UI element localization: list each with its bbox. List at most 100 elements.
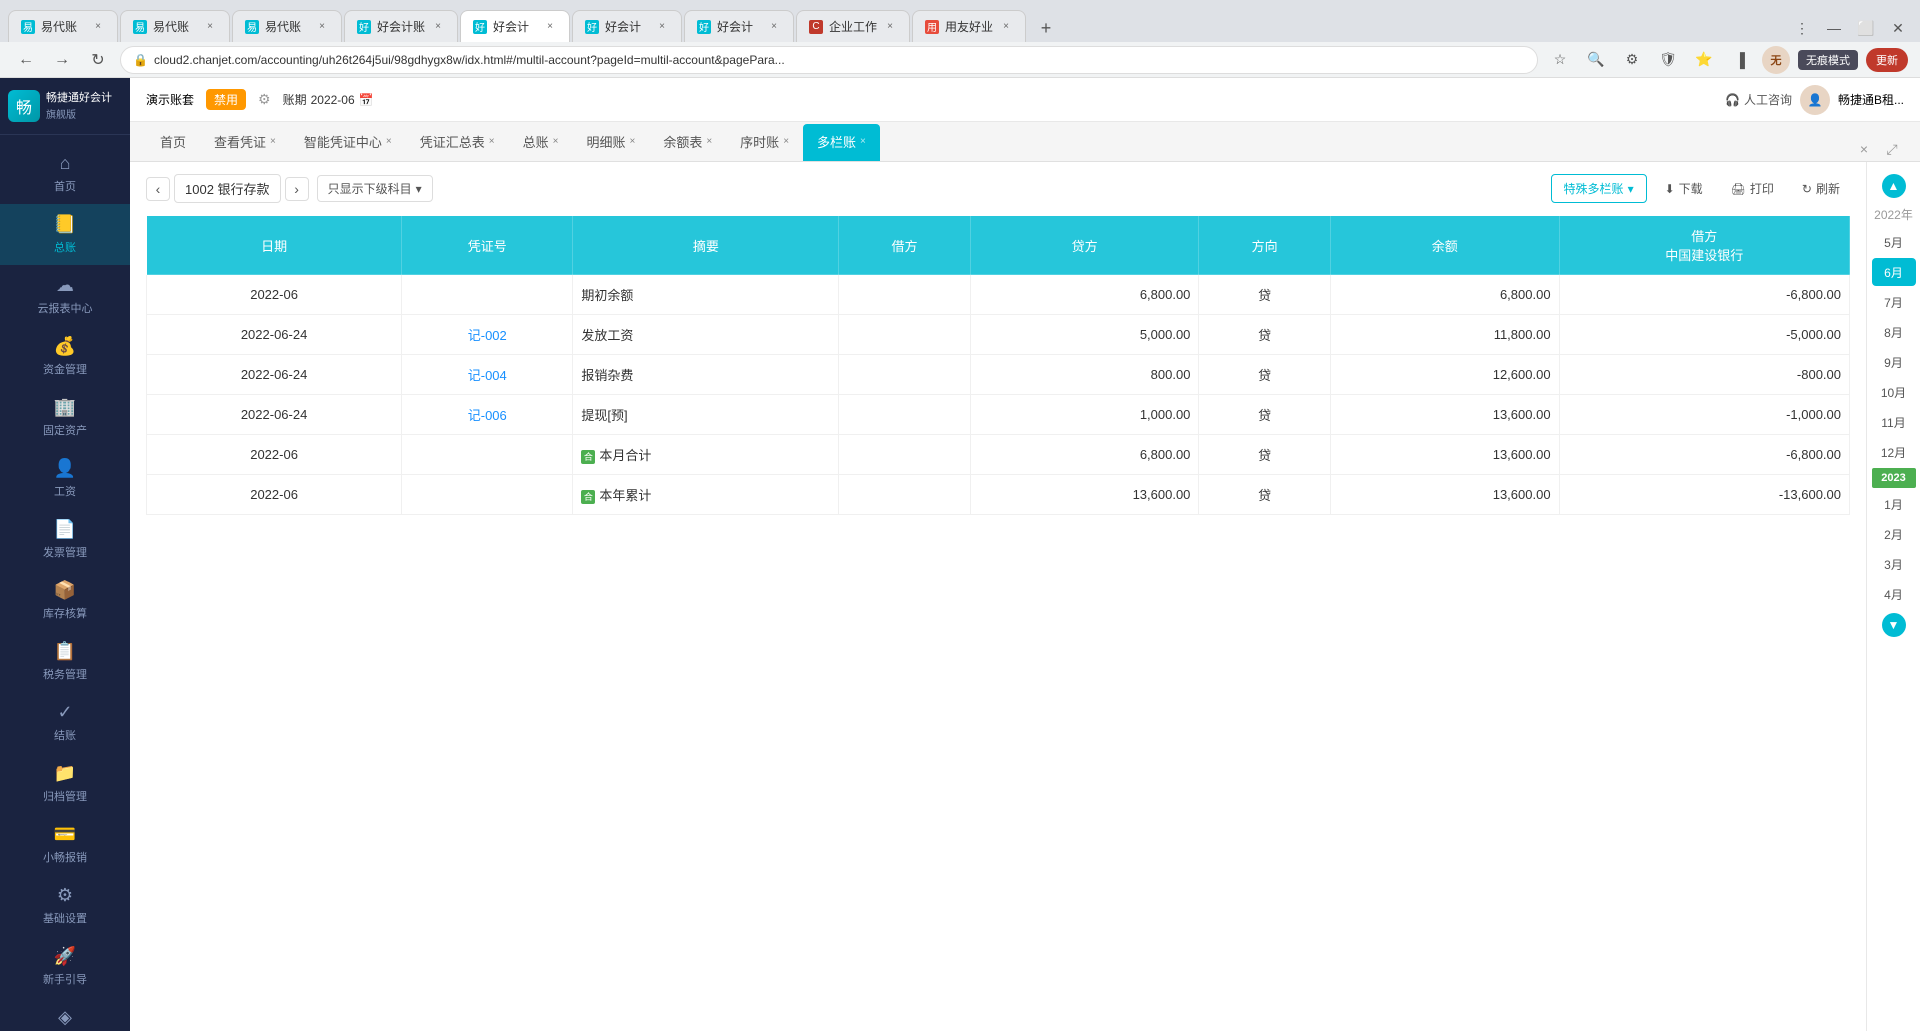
sidebar-item-settings[interactable]: ⚙ 基础设置 (0, 875, 130, 936)
tab-3[interactable]: 易 易代账 × (232, 10, 342, 42)
tab-6[interactable]: 好 好会计 × (572, 10, 682, 42)
tab-2[interactable]: 易 易代账 × (120, 10, 230, 42)
month-2023-2[interactable]: 2月 (1872, 520, 1916, 548)
service-button[interactable]: 🎧 人工咨询 (1725, 91, 1792, 108)
extension-button[interactable]: ⚙ (1618, 46, 1646, 74)
tab-2-close[interactable]: × (203, 20, 217, 34)
sidebar-item-inventory[interactable]: 📦 库存核算 (0, 570, 130, 631)
sidebar-item-close-account[interactable]: ✓ 结账 (0, 692, 130, 753)
tab-general-close[interactable]: × (553, 136, 559, 147)
tab-balance[interactable]: 余额表 × (649, 124, 726, 161)
sidebar-item-expense[interactable]: 💳 小畅报销 (0, 814, 130, 875)
sidebar-item-home[interactable]: ⌂ 首页 (0, 143, 130, 204)
tab-smart-close[interactable]: × (386, 136, 392, 147)
month-2022-10[interactable]: 10月 (1872, 378, 1916, 406)
month-2022-11[interactable]: 11月 (1872, 408, 1916, 436)
tab-8[interactable]: C 企业工作 × (796, 10, 910, 42)
tab-8-close[interactable]: × (883, 20, 897, 34)
sidebar-toggle[interactable]: ▐ (1726, 46, 1754, 74)
back-button[interactable]: ← (12, 46, 40, 74)
table-cell[interactable]: 记-006 (402, 395, 573, 435)
url-bar[interactable]: 🔒 cloud2.chanjet.com/accounting/uh26t264… (120, 46, 1538, 74)
close-window-button[interactable]: ✕ (1884, 14, 1912, 42)
sidebar-item-tax[interactable]: 📋 税务管理 (0, 631, 130, 692)
month-nav-down[interactable]: ▼ (1882, 613, 1906, 637)
panel-close-button[interactable]: × (1852, 137, 1876, 161)
sidebar-item-archive[interactable]: 📁 归档管理 (0, 753, 130, 814)
tab-7-close[interactable]: × (767, 20, 781, 34)
sidebar-item-cloud-report[interactable]: ☁ 云报表中心 (0, 265, 130, 326)
table-cell[interactable]: 记-004 (402, 355, 573, 395)
minimize-button[interactable]: — (1820, 14, 1848, 42)
next-account-button[interactable]: › (285, 177, 309, 201)
tab-journal-close[interactable]: × (783, 136, 789, 147)
prev-account-button[interactable]: ‹ (146, 177, 170, 201)
restore-button[interactable]: ⬜ (1852, 14, 1880, 42)
month-2023-4[interactable]: 4月 (1872, 580, 1916, 608)
refresh-button[interactable]: ↻ 刷新 (1792, 175, 1850, 202)
tab-7[interactable]: 好 好会计 × (684, 10, 794, 42)
month-nav-up[interactable]: ▲ (1882, 174, 1906, 198)
tab-5[interactable]: 好 好会计 × (460, 10, 570, 42)
profile-button[interactable]: 无 (1762, 46, 1790, 74)
tab-3-close[interactable]: × (315, 20, 329, 34)
print-button[interactable]: 🖨 打印 (1721, 175, 1784, 202)
gear-icon[interactable]: ⚙ (258, 91, 271, 108)
tab-multi-close[interactable]: × (860, 136, 866, 147)
tab-vsummary-close[interactable]: × (489, 136, 495, 147)
tab-voucher-close[interactable]: × (270, 136, 276, 147)
account-name[interactable]: 1002 银行存款 (174, 174, 281, 203)
month-2022-12[interactable]: 12月 (1872, 438, 1916, 466)
sidebar-item-payroll[interactable]: 👤 工资 (0, 448, 130, 509)
sidebar-item-member[interactable]: ◈ 畅会员 (0, 997, 130, 1031)
sidebar-item-fixed-assets[interactable]: 🏢 固定资产 (0, 387, 130, 448)
reload-button[interactable]: ↻ (84, 46, 112, 74)
favorite-button[interactable]: ⭐ (1690, 46, 1718, 74)
month-2022-6[interactable]: 6月 (1872, 258, 1916, 286)
sidebar-item-invoice[interactable]: 📄 发票管理 (0, 509, 130, 570)
tab-multi[interactable]: 多栏账 × (803, 124, 880, 161)
tab-voucher-summary[interactable]: 凭证汇总表 × (406, 124, 509, 161)
tab-home[interactable]: 首页 (146, 124, 200, 161)
tab-general[interactable]: 总账 × (509, 124, 573, 161)
month-2022-7[interactable]: 7月 (1872, 288, 1916, 316)
new-tab-button[interactable]: + (1032, 14, 1060, 42)
tab-detail-close[interactable]: × (629, 136, 635, 147)
tab-list-button[interactable]: ⋮ (1788, 14, 1816, 42)
filter-button[interactable]: 只显示下级科目 ▾ (317, 175, 433, 202)
tab-5-close[interactable]: × (543, 20, 557, 34)
month-2022-5[interactable]: 5月 (1872, 228, 1916, 256)
sidebar-item-general-ledger[interactable]: 📒 总账 (0, 204, 130, 265)
tab-1-close[interactable]: × (91, 20, 105, 34)
month-2023-3[interactable]: 3月 (1872, 550, 1916, 578)
sidebar-item-fund[interactable]: 💰 资金管理 (0, 326, 130, 387)
table-cell[interactable]: 记-002 (402, 315, 573, 355)
tab-detail[interactable]: 明细账 × (572, 124, 649, 161)
tab-balance-close[interactable]: × (706, 136, 712, 147)
special-multi-button[interactable]: 特殊多栏账 ▾ (1551, 174, 1647, 203)
tab-1[interactable]: 易 易代账 × (8, 10, 118, 42)
update-button[interactable]: 更新 (1866, 48, 1908, 72)
tab-smart-voucher[interactable]: 智能凭证中心 × (290, 124, 406, 161)
month-2022-8[interactable]: 8月 (1872, 318, 1916, 346)
tab-9[interactable]: 用 用友好业 × (912, 10, 1026, 42)
tab-voucher[interactable]: 查看凭证 × (200, 124, 290, 161)
tab-4[interactable]: 好 好会计账 × (344, 10, 458, 42)
bookmark-button[interactable]: ☆ (1546, 46, 1574, 74)
incognito-button[interactable]: 无痕模式 (1798, 50, 1858, 70)
download-button[interactable]: ⬇ 下载 (1655, 175, 1713, 202)
calendar-icon[interactable]: 📅 (359, 93, 374, 107)
shield-button[interactable]: 🛡 (1654, 46, 1682, 74)
panel-expand-button[interactable]: ⤢ (1880, 137, 1904, 161)
tab-6-close[interactable]: × (655, 20, 669, 34)
tab-4-close[interactable]: × (431, 20, 445, 34)
user-avatar[interactable]: 👤 (1800, 85, 1830, 115)
table-cell: 发放工资 (573, 315, 839, 355)
tab-journal[interactable]: 序时账 × (726, 124, 803, 161)
forward-button[interactable]: → (48, 46, 76, 74)
tab-9-close[interactable]: × (999, 20, 1013, 34)
month-2022-9[interactable]: 9月 (1872, 348, 1916, 376)
sidebar-item-guide[interactable]: 🚀 新手引导 (0, 936, 130, 997)
month-2023-1[interactable]: 1月 (1872, 490, 1916, 518)
search-button[interactable]: 🔍 (1582, 46, 1610, 74)
